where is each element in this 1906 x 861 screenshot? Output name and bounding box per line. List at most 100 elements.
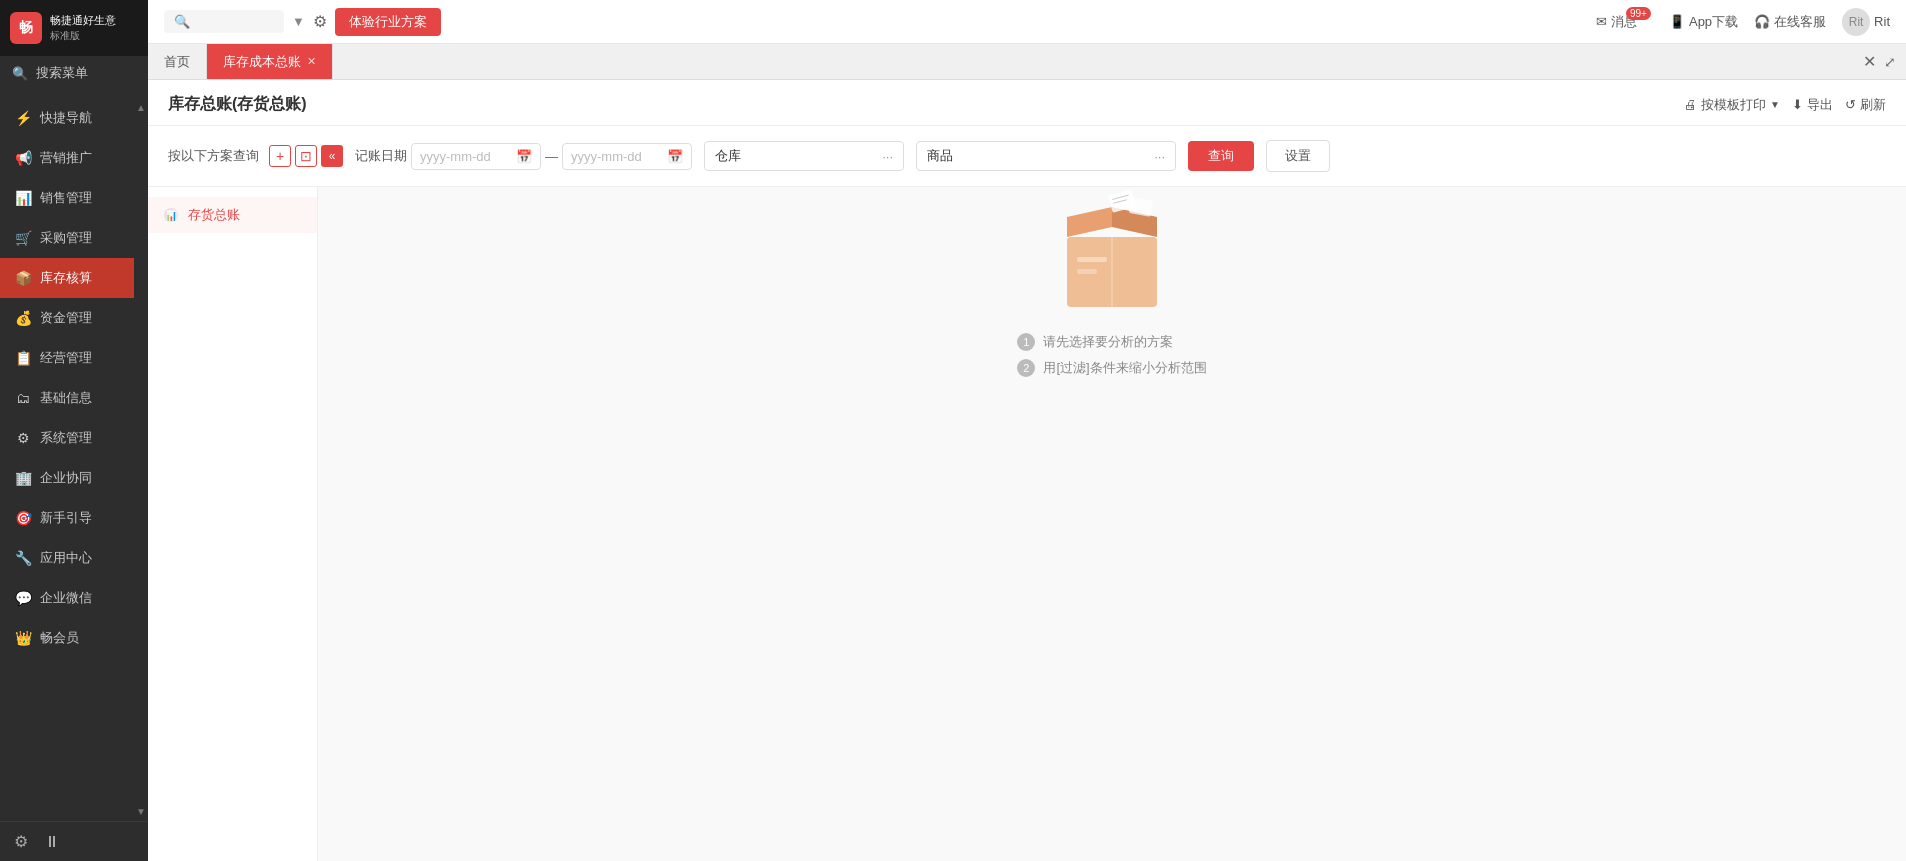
svg-rect-6 [1077, 257, 1107, 262]
hint2-number: 2 [1017, 359, 1035, 377]
filter-collapse-button[interactable]: « [321, 145, 343, 167]
sidebar-item-label: 基础信息 [40, 389, 92, 407]
print-icon: 🖨 [1684, 97, 1697, 112]
page-title: 库存总账(存货总账) [168, 94, 307, 115]
sidebar-item-member[interactable]: 👑 畅会员 [0, 618, 134, 658]
topbar-search[interactable]: 🔍 [164, 10, 284, 33]
svg-text:📊: 📊 [165, 209, 178, 222]
search-icon: 🔍 [12, 66, 28, 81]
sidebar-item-finance[interactable]: 💰 资金管理 [0, 298, 134, 338]
sidebar-item-sales[interactable]: 📊 销售管理 [0, 178, 134, 218]
tabbar-close-button[interactable]: ✕ [1863, 52, 1876, 71]
sidebar-item-inventory[interactable]: 📦 库存核算 [0, 258, 134, 298]
app-download-button[interactable]: 📱 App下载 [1669, 13, 1738, 31]
messages-badge: 99+ [1626, 7, 1651, 20]
empty-hints: 1 请先选择要分析的方案 2 用[过滤]条件来缩小分析范围 [1017, 333, 1206, 377]
sidebar-item-label: 营销推广 [40, 149, 92, 167]
calendar-end-icon[interactable]: 📅 [667, 149, 683, 164]
export-button[interactable]: ⬇ 导出 [1792, 96, 1833, 114]
service-icon: 🎧 [1754, 14, 1770, 29]
logo-name: 畅捷通好生意 [50, 13, 116, 27]
guide-icon: 🎯 [14, 509, 32, 527]
date-end-input[interactable]: yyyy-mm-dd 📅 [562, 143, 692, 170]
hint1-number: 1 [1017, 333, 1035, 351]
finance-icon: 💰 [14, 309, 32, 327]
online-service-button[interactable]: 🎧 在线客服 [1754, 13, 1826, 31]
filter-row: 按以下方案查询 + ⊡ « 记账日期 yyyy-mm-dd 📅 — [168, 140, 1886, 172]
date-label: 记账日期 [355, 147, 407, 165]
sidebar-item-purchase[interactable]: 🛒 采购管理 [0, 218, 134, 258]
refresh-button[interactable]: ↺ 刷新 [1845, 96, 1886, 114]
settings-footer-icon[interactable]: ⚙ [14, 832, 28, 851]
goods-more-icon[interactable]: ··· [1154, 149, 1165, 164]
messages-button[interactable]: ✉ 消息 99+ [1596, 13, 1637, 31]
system-icon: ⚙ [14, 429, 32, 447]
page-actions: 🖨 按模板打印 ▼ ⬇ 导出 ↺ 刷新 [1684, 96, 1886, 114]
refresh-icon: ↺ [1845, 97, 1856, 112]
user-avatar: Rit [1842, 8, 1870, 36]
sidebar-footer: ⚙ ⏸ [0, 821, 148, 861]
sidebar-item-label: 企业协同 [40, 469, 92, 487]
sidebar-item-basic[interactable]: 🗂 基础信息 [0, 378, 134, 418]
basic-icon: 🗂 [14, 389, 32, 407]
apps-icon: 🔧 [14, 549, 32, 567]
scroll-down-arrow[interactable]: ▼ [136, 806, 146, 817]
calendar-start-icon[interactable]: 📅 [516, 149, 532, 164]
scheme-icon: 📊 [162, 206, 180, 224]
sidebar-item-label: 系统管理 [40, 429, 92, 447]
filter-label: 按以下方案查询 + ⊡ « [168, 145, 343, 167]
date-start-input[interactable]: yyyy-mm-dd 📅 [411, 143, 541, 170]
wechat-icon: 💬 [14, 589, 32, 607]
phone-icon: 📱 [1669, 14, 1685, 29]
sidebar-item-marketing[interactable]: 📢 营销推广 [0, 138, 134, 178]
filter-label-text: 按以下方案查询 [168, 147, 259, 165]
logo-badge: 标准版 [50, 29, 116, 43]
topbar-right: ✉ 消息 99+ 📱 App下载 🎧 在线客服 Rit Rit [1596, 8, 1890, 36]
sound-footer-icon[interactable]: ⏸ [44, 833, 60, 851]
sidebar-item-system[interactable]: ⚙ 系统管理 [0, 418, 134, 458]
tabbar-right: ✕ ⤢ [1863, 52, 1906, 71]
message-icon: ✉ [1596, 14, 1607, 29]
sidebar-item-label: 应用中心 [40, 549, 92, 567]
svg-marker-3 [1067, 207, 1112, 237]
tab-home[interactable]: 首页 [148, 44, 207, 79]
sidebar-item-company[interactable]: 🏢 企业协同 [0, 458, 134, 498]
sidebar: 畅 畅捷通好生意 标准版 🔍 搜索菜单 ⚡ 快捷导航 📢 营销推广 📊 销售管理 [0, 0, 148, 861]
print-button[interactable]: 🖨 按模板打印 ▼ [1684, 96, 1780, 114]
purchase-icon: 🛒 [14, 229, 32, 247]
sidebar-search[interactable]: 🔍 搜索菜单 [0, 56, 148, 90]
sidebar-item-shortcut[interactable]: ⚡ 快捷导航 [0, 98, 134, 138]
industry-solution-button[interactable]: 体验行业方案 [335, 8, 441, 36]
warehouse-more-icon[interactable]: ··· [882, 149, 893, 164]
sidebar-item-label: 快捷导航 [40, 109, 92, 127]
topbar-settings-icon[interactable]: ⚙ [313, 12, 327, 31]
goods-label: 商品 [927, 147, 953, 165]
sidebar-item-label: 库存核算 [40, 269, 92, 287]
goods-select[interactable]: 商品 ··· [916, 141, 1176, 171]
sidebar-search-label: 搜索菜单 [36, 64, 88, 82]
empty-hint-1: 1 请先选择要分析的方案 [1017, 333, 1206, 351]
sidebar-item-apps[interactable]: 🔧 应用中心 [0, 538, 134, 578]
tab-inventory-cost[interactable]: 库存成本总账 ✕ [207, 44, 333, 79]
operations-icon: 📋 [14, 349, 32, 367]
company-icon: 🏢 [14, 469, 32, 487]
date-range-group: 记账日期 yyyy-mm-dd 📅 — yyyy-mm-dd 📅 [355, 143, 692, 170]
user-profile[interactable]: Rit Rit [1842, 8, 1890, 36]
topbar-dropdown-icon[interactable]: ▼ [292, 14, 305, 29]
tab-close-icon[interactable]: ✕ [307, 55, 316, 68]
print-label: 按模板打印 [1701, 96, 1766, 114]
scroll-up-arrow[interactable]: ▲ [136, 102, 146, 113]
export-icon: ⬇ [1792, 97, 1803, 112]
sidebar-item-operations[interactable]: 📋 经营管理 [0, 338, 134, 378]
tabbar-expand-icon[interactable]: ⤢ [1884, 54, 1896, 70]
query-button[interactable]: 查询 [1188, 141, 1254, 171]
sidebar-item-label: 企业微信 [40, 589, 92, 607]
filter-add-button[interactable]: + [269, 145, 291, 167]
empty-illustration [1042, 187, 1182, 317]
settings-button[interactable]: 设置 [1266, 140, 1330, 172]
sidebar-item-guide[interactable]: 🎯 新手引导 [0, 498, 134, 538]
sidebar-item-wechat[interactable]: 💬 企业微信 [0, 578, 134, 618]
warehouse-select[interactable]: 仓库 ··· [704, 141, 904, 171]
filter-settings-button[interactable]: ⊡ [295, 145, 317, 167]
scheme-item-inventory-general[interactable]: 📊 存货总账 [148, 197, 317, 233]
